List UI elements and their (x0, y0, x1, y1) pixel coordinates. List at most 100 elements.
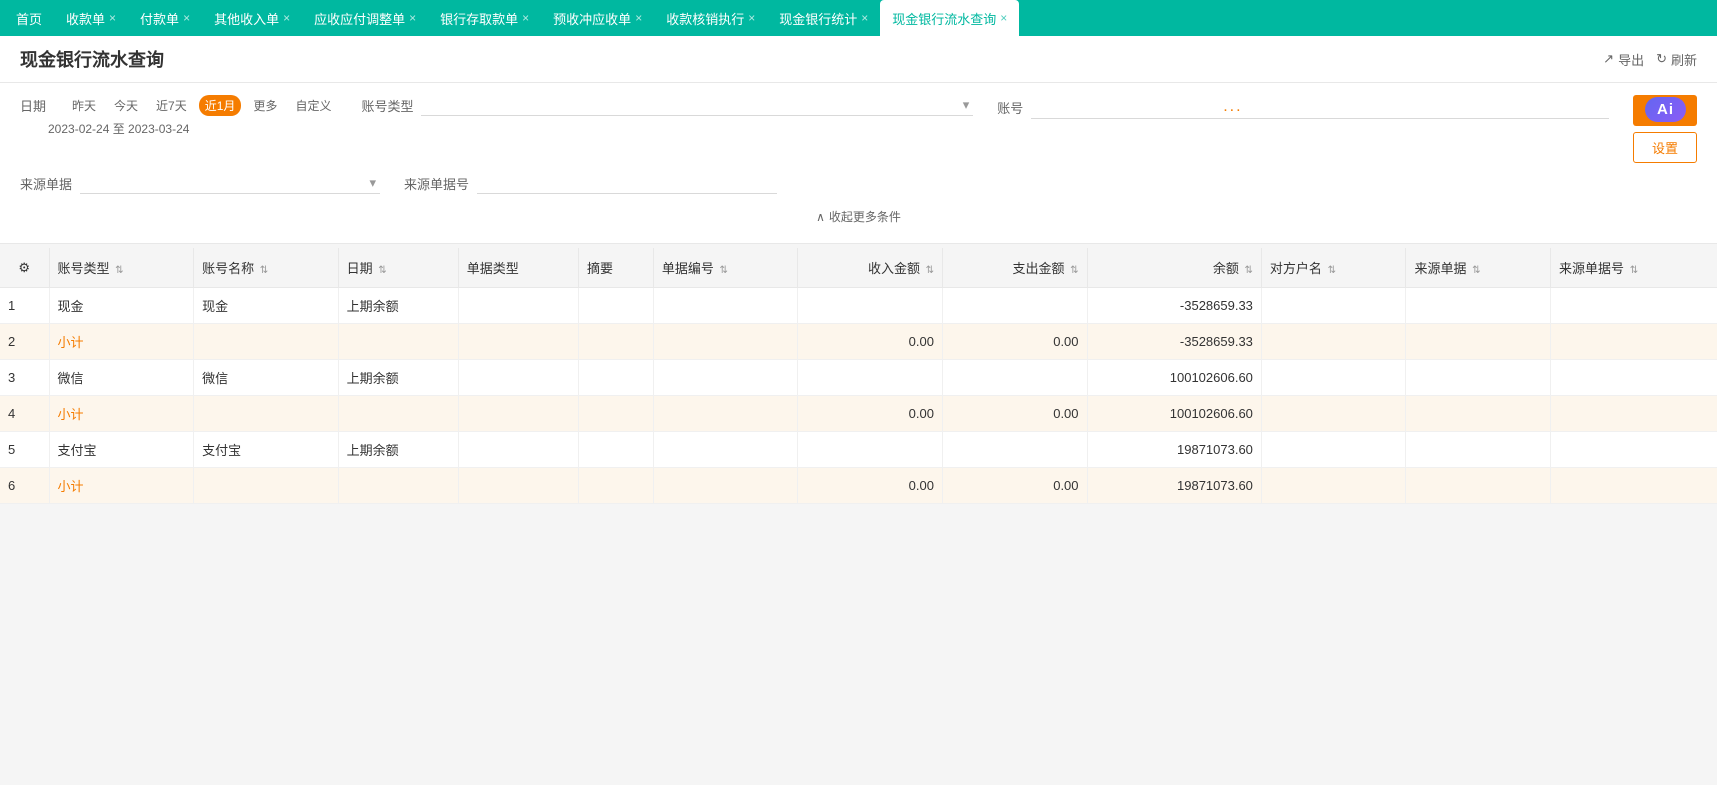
collapse-more-conditions[interactable]: ∧ 收起更多条件 (20, 202, 1697, 231)
td-account-type: 支付宝 (49, 432, 194, 468)
account-ellipsis[interactable]: ... (1223, 98, 1242, 116)
th-doc-type[interactable]: 单据类型 (458, 248, 578, 288)
nav-item-cash-flow[interactable]: 现金银行流水查询 × (880, 0, 1019, 36)
td-source-doc-no (1551, 288, 1717, 324)
nav-close-receipt-exec[interactable]: × (748, 11, 755, 25)
td-account-name (194, 468, 339, 504)
date-custom[interactable]: 自定义 (289, 95, 337, 116)
td-counterparty (1261, 360, 1406, 396)
td-income (798, 360, 943, 396)
nav-close-bank-deposit[interactable]: × (522, 11, 529, 25)
page-title: 现金银行流水查询 (20, 46, 164, 72)
td-expense: 0.00 (942, 396, 1087, 432)
account-type-select[interactable]: ▾ (421, 95, 973, 116)
td-account-type: 微信 (49, 360, 194, 396)
nav-close-receipts[interactable]: × (109, 11, 116, 25)
nav-item-other-income[interactable]: 其他收入单 × (202, 0, 302, 36)
date-label: 日期 (20, 96, 46, 115)
td-row-no: 4 (0, 396, 49, 432)
source-doc-num-input[interactable] (477, 174, 777, 194)
sort-icon-source-doc-no: ⇅ (1630, 265, 1638, 276)
td-source-doc (1406, 324, 1551, 360)
nav-close-payments[interactable]: × (183, 11, 190, 25)
export-icon: ↗ (1603, 51, 1614, 67)
th-expense[interactable]: 支出金额 ⇅ (942, 248, 1087, 288)
refresh-icon: ↻ (1656, 51, 1667, 67)
th-account-name[interactable]: 账号名称 ⇅ (194, 248, 339, 288)
td-doc-no (653, 468, 798, 504)
td-counterparty (1261, 288, 1406, 324)
nav-close-adjustment[interactable]: × (409, 11, 416, 25)
td-account-type: 小计 (49, 324, 194, 360)
nav-item-cash-stats[interactable]: 现金银行统计 × (767, 0, 880, 36)
td-expense (942, 432, 1087, 468)
ai-badge[interactable]: Ai (1645, 97, 1686, 122)
td-summary (578, 468, 653, 504)
th-income[interactable]: 收入金额 ⇅ (798, 248, 943, 288)
td-summary (578, 396, 653, 432)
th-source-doc[interactable]: 来源单据 ⇅ (1406, 248, 1551, 288)
td-source-doc (1406, 468, 1551, 504)
td-account-name: 微信 (194, 360, 339, 396)
filter-area: 日期 昨天 今天 近7天 近1月 更多 自定义 2023-02-24 至 202… (0, 83, 1717, 244)
nav-item-adjustment[interactable]: 应收应付调整单 × (302, 0, 428, 36)
header-actions: ↗ 导出 ↻ 刷新 (1603, 50, 1697, 69)
td-doc-type (458, 468, 578, 504)
settings-button[interactable]: 设置 (1633, 132, 1697, 163)
account-input[interactable] (1035, 97, 1219, 116)
refresh-button[interactable]: ↻ 刷新 (1656, 50, 1697, 69)
th-summary[interactable]: 摘要 (578, 248, 653, 288)
nav-item-payments[interactable]: 付款单 × (128, 0, 202, 36)
source-doc-label: 来源单据 (20, 174, 72, 193)
table-row: 4小计0.000.00100102606.60 (0, 396, 1717, 432)
date-1month[interactable]: 近1月 (199, 95, 242, 116)
td-doc-no (653, 288, 798, 324)
th-counterparty[interactable]: 对方户名 ⇅ (1261, 248, 1406, 288)
th-gear[interactable]: ⚙ (0, 248, 49, 288)
chevron-up-icon: ∧ (816, 210, 825, 224)
source-doc-num-filter: 来源单据号 (404, 174, 777, 194)
td-doc-no (653, 324, 798, 360)
td-expense (942, 288, 1087, 324)
th-balance[interactable]: 余额 ⇅ (1087, 248, 1261, 288)
nav-close-cash-stats[interactable]: × (861, 11, 868, 25)
nav-close-cash-flow[interactable]: × (1000, 11, 1007, 25)
td-row-no: 6 (0, 468, 49, 504)
td-expense: 0.00 (942, 468, 1087, 504)
sort-icon-counterparty: ⇅ (1328, 265, 1336, 276)
td-summary (578, 324, 653, 360)
td-source-doc-no (1551, 360, 1717, 396)
th-date[interactable]: 日期 ⇅ (338, 248, 458, 288)
nav-item-receipts[interactable]: 收款单 × (54, 0, 128, 36)
export-button[interactable]: ↗ 导出 (1603, 50, 1644, 69)
nav-close-prepay-offset[interactable]: × (635, 11, 642, 25)
sort-icon-expense: ⇅ (1070, 265, 1078, 276)
date-7days[interactable]: 近7天 (150, 95, 193, 116)
sort-icon-date: ⇅ (378, 265, 386, 276)
nav-home[interactable]: 首页 (4, 9, 54, 28)
td-balance: 100102606.60 (1087, 396, 1261, 432)
table-row: 5支付宝支付宝上期余额19871073.60 (0, 432, 1717, 468)
sort-icon-source-doc: ⇅ (1472, 265, 1480, 276)
date-range-display: 2023-02-24 至 2023-03-24 (48, 120, 337, 137)
td-doc-type (458, 432, 578, 468)
td-counterparty (1261, 468, 1406, 504)
source-doc-select[interactable]: ▾ (80, 173, 380, 194)
account-type-filter: 账号类型 ▾ (361, 95, 973, 116)
page-header: 现金银行流水查询 ↗ 导出 ↻ 刷新 (0, 36, 1717, 83)
th-account-type[interactable]: 账号类型 ⇅ (49, 248, 194, 288)
date-more[interactable]: 更多 (247, 95, 283, 116)
date-today[interactable]: 今天 (108, 95, 144, 116)
nav-item-receipt-exec[interactable]: 收款核销执行 × (654, 0, 767, 36)
td-doc-type (458, 360, 578, 396)
date-yesterday[interactable]: 昨天 (66, 95, 102, 116)
nav-close-other-income[interactable]: × (283, 11, 290, 25)
td-income (798, 432, 943, 468)
td-account-name (194, 396, 339, 432)
nav-item-prepay-offset[interactable]: 预收冲应收单 × (541, 0, 654, 36)
th-source-doc-no[interactable]: 来源单据号 ⇅ (1551, 248, 1717, 288)
td-source-doc-no (1551, 432, 1717, 468)
nav-item-bank-deposit[interactable]: 银行存取款单 × (428, 0, 541, 36)
th-doc-no[interactable]: 单据编号 ⇅ (653, 248, 798, 288)
table-row: 2小计0.000.00-3528659.33 (0, 324, 1717, 360)
